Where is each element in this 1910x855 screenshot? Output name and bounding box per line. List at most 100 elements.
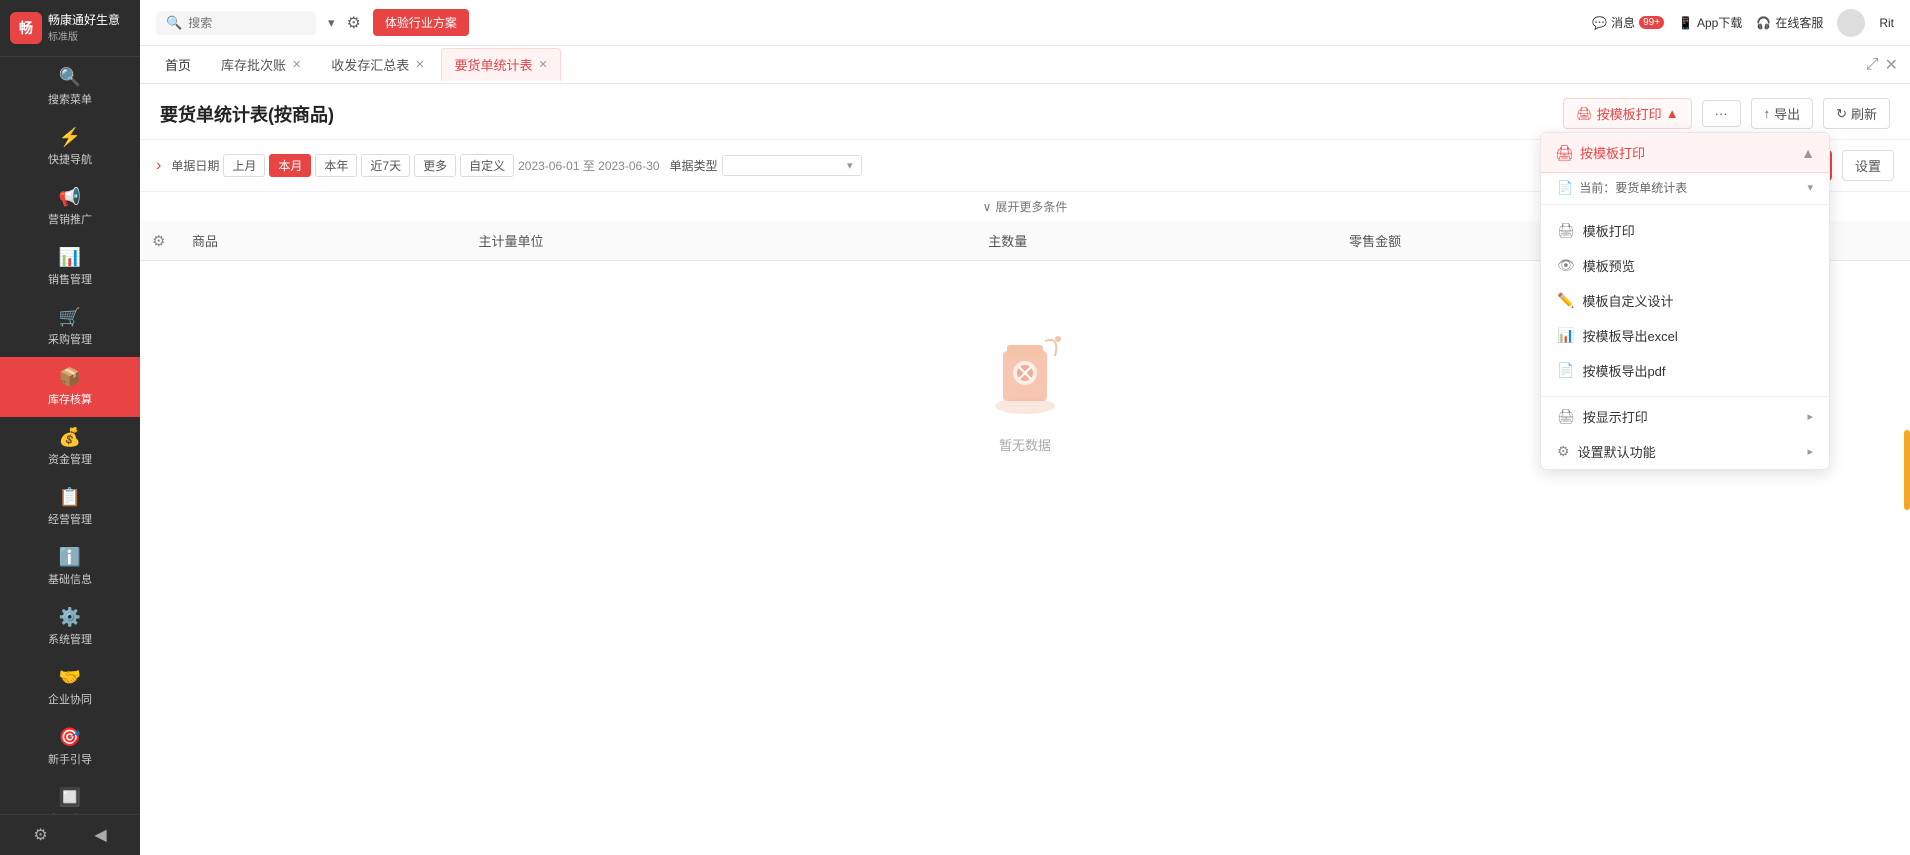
refresh-icon: ↻ <box>1836 106 1847 122</box>
printer-icon: 🖨 <box>1576 106 1593 122</box>
excel-item-icon: 📊 <box>1557 327 1574 344</box>
app-logo: 畅 畅康通好生意 标准版 <box>0 0 140 57</box>
dropdown-template-excel[interactable]: 📊 按模板导出excel <box>1541 318 1829 353</box>
sidebar-item-guide[interactable]: 🎯 新手引导 <box>0 717 140 777</box>
dropdown-template-print[interactable]: 🖨 模板打印 <box>1541 213 1829 248</box>
sidebar-item-sales[interactable]: 📊 销售管理 <box>0 237 140 297</box>
printer-dropdown-icon: 🖨 <box>1555 144 1574 162</box>
operations-icon: 📋 <box>59 487 81 508</box>
sidebar-item-search[interactable]: 🔍 搜索菜单 <box>0 57 140 117</box>
sidebar-item-basicinfo[interactable]: ℹ️ 基础信息 <box>0 537 140 597</box>
dropdown-header: 🖨 按模板打印 ▲ <box>1541 133 1829 173</box>
dropdown-template-design[interactable]: ✏️ 模板自定义设计 <box>1541 283 1829 318</box>
close-tab-receipt-summary[interactable]: ✕ <box>415 58 424 71</box>
maximize-button[interactable]: ⤢ <box>1866 55 1879 75</box>
sidebar-item-operations[interactable]: 📋 经营管理 <box>0 477 140 537</box>
date-btn-last-month[interactable]: 上月 <box>223 154 265 177</box>
logo-badge: 标准版 <box>48 28 120 43</box>
tab-inventory-batch[interactable]: 库存批次账 ✕ <box>208 48 314 81</box>
default-func-chevron: ▸ <box>1807 445 1813 458</box>
close-tab-order-stats[interactable]: ✕ <box>539 58 548 71</box>
close-tab-inventory-batch[interactable]: ✕ <box>292 58 301 71</box>
date-range-display: 2023-06-01 至 2023-06-30 <box>518 157 659 174</box>
default-func-icon: ⚙ <box>1557 443 1570 460</box>
appcenter-icon: 🔲 <box>59 787 81 808</box>
type-select[interactable]: ▾ <box>722 155 862 176</box>
sidebar-item-inventory[interactable]: 📦 库存核算 <box>0 357 140 417</box>
main-area: 🔍 ▾ ⚙ 体验行业方案 💬 消息 99+ 📱 App下载 🎧 在线客服 Rit <box>140 0 1910 855</box>
basicinfo-icon: ℹ️ <box>59 547 81 568</box>
online-service-button[interactable]: 🎧 在线客服 <box>1756 14 1823 31</box>
date-btn-more[interactable]: 更多 <box>414 154 456 177</box>
date-btn-7days[interactable]: 近7天 <box>361 154 410 177</box>
tab-order-stats[interactable]: 要货单统计表 ✕ <box>441 48 560 81</box>
display-print-icon: 🖨 <box>1557 408 1575 425</box>
dropdown-default-func[interactable]: ⚙ 设置默认功能 ▸ <box>1541 434 1829 469</box>
close-button[interactable]: ✕ <box>1885 55 1898 75</box>
sales-icon: 📊 <box>59 247 81 268</box>
message-button[interactable]: 💬 消息 99+ <box>1592 14 1664 31</box>
print-chevron-up-icon: ▲ <box>1666 106 1679 121</box>
table-settings-icon[interactable]: ⚙ <box>152 233 165 250</box>
enterprise-icon: 🤝 <box>59 667 81 688</box>
current-chevron-icon: ▾ <box>1807 181 1813 194</box>
chevron-down-icon: ∨ <box>983 200 992 214</box>
topbar: 🔍 ▾ ⚙ 体验行业方案 💬 消息 99+ 📱 App下载 🎧 在线客服 Rit <box>140 0 1910 46</box>
export-icon: ↑ <box>1764 106 1771 121</box>
username-label[interactable]: Rit <box>1879 16 1894 30</box>
more-options-button[interactable]: ··· <box>1702 100 1741 127</box>
pdf-item-icon: 📄 <box>1557 362 1574 379</box>
dropdown-template-preview[interactable]: 👁 模板预览 <box>1541 248 1829 283</box>
topbar-dropdown[interactable]: ▾ <box>328 15 335 31</box>
topbar-right: 💬 消息 99+ 📱 App下载 🎧 在线客服 Rit <box>1592 9 1894 37</box>
system-icon: ⚙️ <box>59 607 81 628</box>
topbar-gear-icon[interactable]: ⚙ <box>347 13 361 33</box>
settings-button[interactable]: 设置 <box>1842 150 1894 181</box>
sidebar-item-purchase[interactable]: 🛒 采购管理 <box>0 297 140 357</box>
print-item-icon: 🖨 <box>1557 222 1575 239</box>
trial-button[interactable]: 体验行业方案 <box>373 9 469 36</box>
header-actions: 🖨 按模板打印 ▲ 🖨 按模板打印 ▲ <box>1563 98 1890 129</box>
date-btn-this-year[interactable]: 本年 <box>315 154 357 177</box>
refresh-button[interactable]: ↻ 刷新 <box>1823 98 1890 129</box>
collapse-icon[interactable]: ◀ <box>94 825 106 845</box>
divider-1 <box>1541 204 1829 205</box>
divider-2 <box>1541 396 1829 397</box>
dropdown-print-section: 🖨 模板打印 👁 模板预览 ✏️ 模板自定义设计 <box>1541 207 1829 394</box>
sidebar-item-appcenter[interactable]: 🔲 应用中心 <box>0 777 140 814</box>
sidebar-footer: ⚙ ◀ <box>0 814 140 855</box>
sidebar-item-enterprise[interactable]: 🤝 企业协同 <box>0 657 140 717</box>
tabs-bar: 首页 库存批次账 ✕ 收发存汇总表 ✕ 要货单统计表 ✕ ⤢ ✕ <box>140 46 1910 84</box>
headset-icon: 🎧 <box>1756 16 1771 30</box>
scroll-indicator[interactable] <box>1904 430 1910 510</box>
dropdown-template-pdf[interactable]: 📄 按模板导出pdf <box>1541 353 1829 388</box>
type-select-chevron: ▾ <box>847 159 853 172</box>
settings-footer-icon[interactable]: ⚙ <box>33 825 47 845</box>
sidebar-item-marketing[interactable]: 📢 营销推广 <box>0 177 140 237</box>
dropdown-display-print[interactable]: 🖨 按显示打印 ▸ <box>1541 399 1829 434</box>
sidebar-item-quicknav[interactable]: ⚡ 快捷导航 <box>0 117 140 177</box>
export-button[interactable]: ↑ 导出 <box>1751 98 1814 129</box>
search-menu-icon: 🔍 <box>59 67 81 88</box>
filter-expand-arrow[interactable]: › <box>156 157 161 175</box>
date-btn-custom[interactable]: 自定义 <box>460 154 514 177</box>
sidebar-item-finance[interactable]: 💰 资金管理 <box>0 417 140 477</box>
type-filter-group: 单据类型 ▾ <box>670 155 862 176</box>
search-input[interactable] <box>188 16 288 30</box>
empty-illustration <box>975 321 1075 421</box>
search-box[interactable]: 🔍 <box>156 11 316 35</box>
sidebar-item-system[interactable]: ⚙️ 系统管理 <box>0 597 140 657</box>
dropdown-close-icon[interactable]: ▲ <box>1801 145 1815 161</box>
date-btn-this-month[interactable]: 本月 <box>269 154 311 177</box>
col-settings: ⚙ <box>140 221 180 261</box>
col-qty: 主数量 <box>976 221 1337 261</box>
message-icon: 💬 <box>1592 16 1607 30</box>
avatar[interactable] <box>1837 9 1865 37</box>
print-button[interactable]: 🖨 按模板打印 ▲ <box>1563 98 1691 129</box>
date-filter-group: 单据日期 上月 本月 本年 近7天 更多 自定义 2023-06-01 至 20… <box>171 154 659 177</box>
tab-home[interactable]: 首页 <box>152 48 204 81</box>
app-download-button[interactable]: 📱 App下载 <box>1678 14 1742 31</box>
empty-text: 暂无数据 <box>999 435 1051 454</box>
message-badge: 99+ <box>1639 16 1664 29</box>
tab-receipt-summary[interactable]: 收发存汇总表 ✕ <box>318 48 437 81</box>
